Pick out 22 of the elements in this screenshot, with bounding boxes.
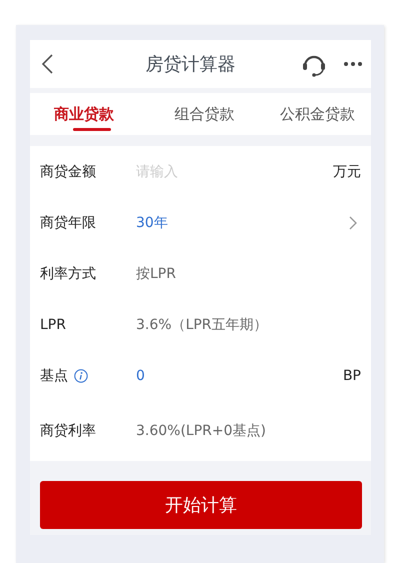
- field-value[interactable]: 0: [136, 368, 343, 384]
- page-title: 房贷计算器: [144, 53, 236, 76]
- field-label: 基点: [40, 366, 68, 384]
- field-label: 利率方式: [40, 264, 96, 282]
- info-icon[interactable]: [74, 368, 88, 382]
- field-label: LPR: [40, 316, 66, 332]
- loan-tab[interactable]: 公积金贷款: [254, 93, 371, 135]
- unit-label: BP: [342, 368, 361, 384]
- calculate-button[interactable]: 开始计算: [40, 481, 362, 529]
- field-label: 商贷利率: [40, 422, 96, 440]
- chevron-icon[interactable]: [349, 216, 357, 230]
- back-icon[interactable]: [40, 53, 54, 75]
- more-icon[interactable]: [343, 61, 363, 67]
- field-value: 按LPR: [136, 264, 177, 282]
- loan-tab[interactable]: 组合贷款: [154, 93, 255, 135]
- field-value: 3.60%(LPR+0基点): [136, 422, 268, 440]
- term-value[interactable]: 30年: [136, 214, 349, 232]
- loan-tab[interactable]: 商业贷款: [30, 93, 154, 135]
- field-label: 商贷年限: [40, 214, 96, 232]
- field-label: 商贷金额: [40, 162, 96, 180]
- unit-label: 万元: [333, 162, 361, 180]
- field-value: 3.6%（LPR五年期）: [136, 316, 269, 334]
